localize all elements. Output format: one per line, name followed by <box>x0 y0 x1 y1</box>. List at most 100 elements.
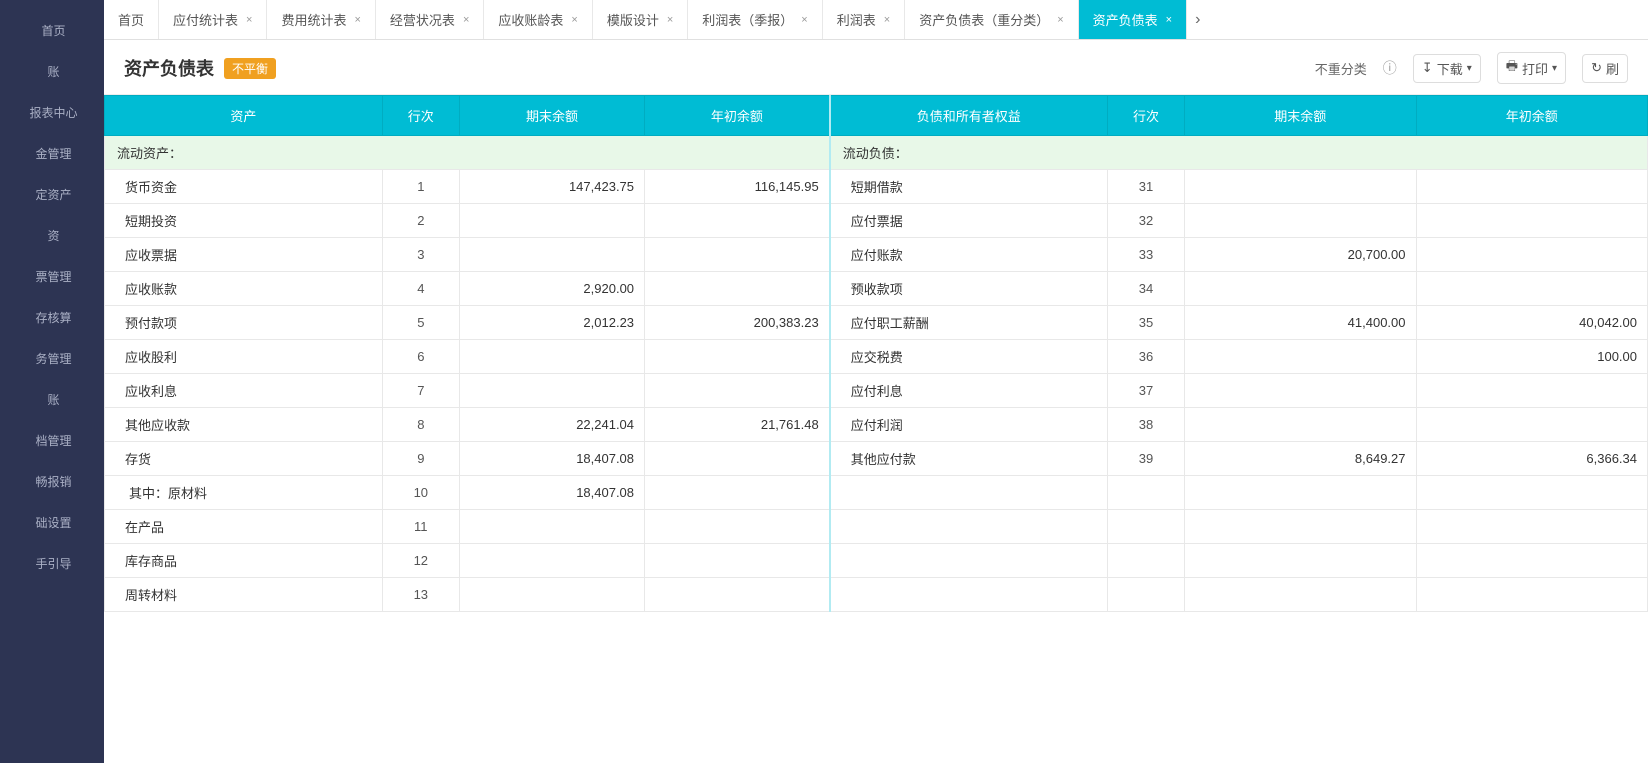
sidebar-item-ticket-mgmt[interactable]: 票管理 <box>0 256 104 297</box>
cell-row-num-right <box>1107 544 1184 578</box>
cell-row-num-left: 4 <box>382 272 459 306</box>
tab-home[interactable]: 首页 <box>104 0 159 40</box>
cell-end-balance-right <box>1185 340 1416 374</box>
cell-row-num-left: 12 <box>382 544 459 578</box>
sidebar-item-tax-mgmt[interactable]: 务管理 <box>0 338 104 379</box>
category-help-icon[interactable]: ⓘ <box>1383 58 1397 78</box>
cell-row-num-left: 5 <box>382 306 459 340</box>
tab-close-expense-stats[interactable]: × <box>354 14 360 26</box>
tab-close-balance-reclassified[interactable]: × <box>1057 14 1063 26</box>
tab-close-business-status[interactable]: × <box>463 14 469 26</box>
sidebar-item-archive[interactable]: 档管理 <box>0 420 104 461</box>
sidebar-item-report-center[interactable]: 报表中心 <box>0 92 104 133</box>
col-header-assets: 资产 <box>105 96 383 136</box>
tab-scroll-arrow[interactable]: › <box>1187 0 1208 40</box>
cell-asset-name: 应收票据 <box>105 238 383 272</box>
sidebar-item-settings[interactable]: 础设置 <box>0 502 104 543</box>
cell-asset-name: 应收股利 <box>105 340 383 374</box>
tab-close-profit[interactable]: × <box>884 14 890 26</box>
sidebar-item-bank[interactable]: 账 <box>0 379 104 420</box>
tab-close-receivable-aging[interactable]: × <box>571 14 577 26</box>
cell-begin-balance-right: 6,366.34 <box>1416 442 1648 476</box>
cell-end-balance-left <box>459 238 644 272</box>
tab-expense-stats[interactable]: 费用统计表 × <box>267 0 375 40</box>
sidebar-item-fund-mgmt[interactable]: 金管理 <box>0 133 104 174</box>
cell-asset-name: 预付款项 <box>105 306 383 340</box>
cell-row-num-right <box>1107 510 1184 544</box>
sidebar-item-inventory[interactable]: 存核算 <box>0 297 104 338</box>
tab-close-template-design[interactable]: × <box>667 14 673 26</box>
section-label-left: 流动资产： <box>105 136 830 170</box>
table-row: 应收利息 7 应付利息 37 <box>105 374 1648 408</box>
cell-begin-balance-right <box>1416 510 1648 544</box>
balance-sheet-table: 资产 行次 期末余额 年初余额 负债和所有者权益 行次 期末余额 年初余额 流动… <box>104 95 1648 612</box>
sidebar-item-capital[interactable]: 资 <box>0 215 104 256</box>
tab-template-design[interactable]: 模版设计 × <box>593 0 688 40</box>
cell-end-balance-left: 18,407.08 <box>459 442 644 476</box>
print-button[interactable]: 🖶 打印 ▾ <box>1497 52 1566 84</box>
download-chevron-icon: ▾ <box>1467 63 1472 74</box>
tab-payable-stats[interactable]: 应付统计表 × <box>159 0 267 40</box>
cell-row-num-left: 3 <box>382 238 459 272</box>
cell-row-num-right: 31 <box>1107 170 1184 204</box>
sidebar-item-expense[interactable]: 畅报销 <box>0 461 104 502</box>
cell-end-balance-right <box>1185 272 1416 306</box>
sidebar-item-guide[interactable]: 手引导 <box>0 543 104 584</box>
cell-asset-name: 应收账款 <box>105 272 383 306</box>
cell-row-num-left: 1 <box>382 170 459 204</box>
tab-profit[interactable]: 利润表 × <box>823 0 905 40</box>
download-button[interactable]: ↧ 下载 ▾ <box>1413 54 1481 83</box>
tab-close-balance-sheet[interactable]: × <box>1166 14 1172 26</box>
col-header-begin-balance-left: 年初余额 <box>645 96 830 136</box>
cell-end-balance-right: 41,400.00 <box>1185 306 1416 340</box>
cell-begin-balance-right <box>1416 170 1648 204</box>
tab-balance-sheet[interactable]: 资产负债表 × <box>1079 0 1187 40</box>
tab-business-status[interactable]: 经营状况表 × <box>376 0 484 40</box>
cell-end-balance-right: 20,700.00 <box>1185 238 1416 272</box>
tab-close-profit-quarterly[interactable]: × <box>801 14 807 26</box>
cell-begin-balance-right <box>1416 476 1648 510</box>
cell-liability-name: 应付票据 <box>830 204 1108 238</box>
print-chevron-icon: ▾ <box>1552 63 1557 74</box>
refresh-icon: ↻ <box>1591 60 1602 76</box>
sidebar-item-home[interactable]: 首页 <box>0 10 104 51</box>
cell-asset-name: 库存商品 <box>105 544 383 578</box>
cell-liability-name: 其他应付款 <box>830 442 1108 476</box>
cell-end-balance-left <box>459 340 644 374</box>
tab-close-payable-stats[interactable]: × <box>246 14 252 26</box>
cell-end-balance-right <box>1185 510 1416 544</box>
table-row: 应收票据 3 应付账款 33 20,700.00 <box>105 238 1648 272</box>
cell-begin-balance-right: 100.00 <box>1416 340 1648 374</box>
cell-asset-name: 短期投资 <box>105 204 383 238</box>
tab-profit-quarterly[interactable]: 利润表（季报） × <box>688 0 822 40</box>
cell-liability-name: 应付利润 <box>830 408 1108 442</box>
cell-row-num-right: 36 <box>1107 340 1184 374</box>
tab-balance-reclassified[interactable]: 资产负债表（重分类） × <box>905 0 1078 40</box>
header-actions: 不重分类 ⓘ ↧ 下载 ▾ 🖶 打印 ▾ ↻ 刷 <box>1315 52 1628 84</box>
cell-begin-balance-right <box>1416 238 1648 272</box>
tab-receivable-aging[interactable]: 应收账龄表 × <box>484 0 592 40</box>
table-row: 存货 9 18,407.08 其他应付款 39 8,649.27 6,366.3… <box>105 442 1648 476</box>
cell-liability-name: 应付职工薪酬 <box>830 306 1108 340</box>
page-title: 资产负债表 <box>124 55 214 81</box>
cell-end-balance-left <box>459 578 644 612</box>
sidebar-item-fixed-assets[interactable]: 定资产 <box>0 174 104 215</box>
refresh-button[interactable]: ↻ 刷 <box>1582 54 1628 83</box>
main-content: 首页 应付统计表 × 费用统计表 × 经营状况表 × 应收账龄表 × 模版设计 … <box>104 0 1648 763</box>
cell-end-balance-left: 18,407.08 <box>459 476 644 510</box>
cell-begin-balance-left: 116,145.95 <box>645 170 830 204</box>
cell-begin-balance-left <box>645 544 830 578</box>
cell-liability-name: 短期借款 <box>830 170 1108 204</box>
cell-row-num-right: 34 <box>1107 272 1184 306</box>
download-icon: ↧ <box>1422 60 1433 76</box>
cell-row-num-right <box>1107 476 1184 510</box>
cell-liability-name <box>830 510 1108 544</box>
cell-asset-name: 其中：原材料 <box>105 476 383 510</box>
cell-liability-name: 应交税费 <box>830 340 1108 374</box>
balance-sheet-table-area: 资产 行次 期末余额 年初余额 负债和所有者权益 行次 期末余额 年初余额 流动… <box>104 95 1648 763</box>
table-row: 库存商品 12 <box>105 544 1648 578</box>
sidebar: 首页 账 报表中心 金管理 定资产 资 票管理 存核算 务管理 账 档管理 畅报… <box>0 0 104 763</box>
cell-begin-balance-left <box>645 476 830 510</box>
cell-begin-balance-left <box>645 272 830 306</box>
sidebar-item-ledger[interactable]: 账 <box>0 51 104 92</box>
